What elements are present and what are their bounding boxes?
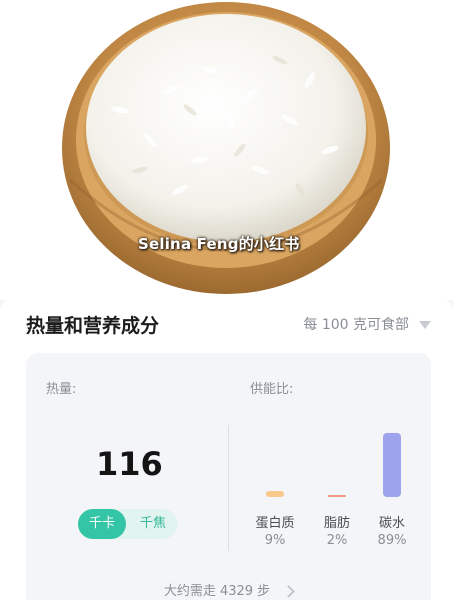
nutrition-header: 热量和营养成分 每 100 克可食部 xyxy=(26,311,431,341)
nutrition-card: 热量: 116 千卡 千焦 供能比: 蛋白质 9% 脂肪 2% 碳水 89% 大… xyxy=(26,353,431,600)
protein-name: 蛋白质 xyxy=(255,516,295,531)
steps-text: 大约需走 4329 步 xyxy=(163,584,271,599)
fat-name: 脂肪 xyxy=(323,516,350,531)
ratio-fat: 脂肪 2% xyxy=(312,425,362,555)
carbs-percent: 89% xyxy=(377,533,407,548)
fat-bar xyxy=(328,495,346,497)
energy-value: 116 xyxy=(96,445,163,483)
energy-label: 热量: xyxy=(46,382,77,397)
carbs-name: 碳水 xyxy=(378,516,405,531)
per-unit-label: 每 100 克可食部 xyxy=(303,317,409,333)
chevron-right-icon xyxy=(282,585,296,598)
caret-down-icon xyxy=(419,321,431,329)
ratio-protein: 蛋白质 9% xyxy=(250,425,300,555)
fat-percent: 2% xyxy=(326,533,348,548)
rice-bowl-illustration xyxy=(62,2,390,294)
unit-kcal-option[interactable]: 千卡 xyxy=(78,509,126,539)
protein-bar xyxy=(266,491,284,497)
energy-ratio-label: 供能比: xyxy=(250,382,294,397)
rice-bowl-photo: Selina Feng的小红书 xyxy=(0,0,453,300)
protein-percent: 9% xyxy=(264,533,286,548)
per-unit-selector[interactable]: 每 100 克可食部 xyxy=(303,314,431,334)
energy-unit-toggle[interactable]: 千卡 千焦 xyxy=(78,509,178,539)
steps-link[interactable]: 大约需走 4329 步 xyxy=(26,580,431,599)
unit-kj-option[interactable]: 千焦 xyxy=(128,509,178,539)
section-title: 热量和营养成分 xyxy=(26,315,160,337)
divider xyxy=(228,425,229,551)
ratio-carbs: 碳水 89% xyxy=(367,425,417,555)
carbs-bar xyxy=(383,433,401,497)
watermark-text: Selina Feng的小红书 xyxy=(138,235,300,253)
